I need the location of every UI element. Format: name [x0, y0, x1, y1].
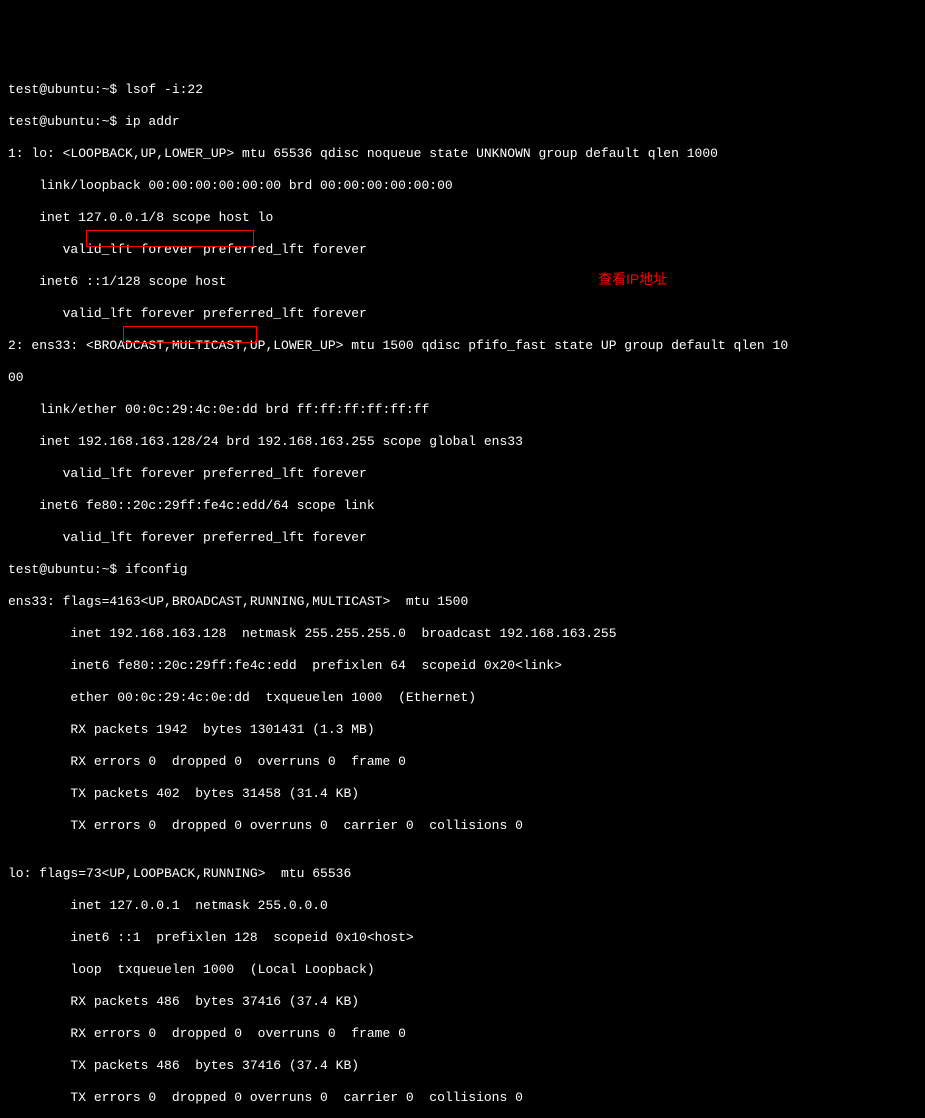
terminal-line: inet6 fe80::20c:29ff:fe4c:edd/64 scope l…	[8, 498, 917, 514]
terminal-line: TX packets 486 bytes 37416 (37.4 KB)	[8, 1058, 917, 1074]
terminal-line: ens33: flags=4163<UP,BROADCAST,RUNNING,M…	[8, 594, 917, 610]
terminal-line: valid_lft forever preferred_lft forever	[8, 530, 917, 546]
terminal-line: TX errors 0 dropped 0 overruns 0 carrier…	[8, 818, 917, 834]
terminal-line: 00	[8, 370, 917, 386]
terminal-line: TX errors 0 dropped 0 overruns 0 carrier…	[8, 1090, 917, 1106]
terminal-line: RX errors 0 dropped 0 overruns 0 frame 0	[8, 754, 917, 770]
terminal-line: test@ubuntu:~$ ip addr	[8, 114, 917, 130]
terminal-line: link/loopback 00:00:00:00:00:00 brd 00:0…	[8, 178, 917, 194]
terminal-line: RX packets 486 bytes 37416 (37.4 KB)	[8, 994, 917, 1010]
terminal-line: valid_lft forever preferred_lft forever	[8, 242, 917, 258]
terminal-line: inet 192.168.163.128/24 brd 192.168.163.…	[8, 434, 917, 450]
terminal-line: lo: flags=73<UP,LOOPBACK,RUNNING> mtu 65…	[8, 866, 917, 882]
terminal-line: RX packets 1942 bytes 1301431 (1.3 MB)	[8, 722, 917, 738]
terminal-line: inet6 fe80::20c:29ff:fe4c:edd prefixlen …	[8, 658, 917, 674]
terminal-line: 1: lo: <LOOPBACK,UP,LOWER_UP> mtu 65536 …	[8, 146, 917, 162]
terminal-line: inet 192.168.163.128 netmask 255.255.255…	[8, 626, 917, 642]
terminal-output[interactable]: test@ubuntu:~$ lsof -i:22 test@ubuntu:~$…	[8, 66, 917, 1118]
terminal-line: valid_lft forever preferred_lft forever	[8, 466, 917, 482]
terminal-line: TX packets 402 bytes 31458 (31.4 KB)	[8, 786, 917, 802]
terminal-line: RX errors 0 dropped 0 overruns 0 frame 0	[8, 1026, 917, 1042]
terminal-line: link/ether 00:0c:29:4c:0e:dd brd ff:ff:f…	[8, 402, 917, 418]
terminal-line: inet 127.0.0.1 netmask 255.0.0.0	[8, 898, 917, 914]
terminal-line: 2: ens33: <BROADCAST,MULTICAST,UP,LOWER_…	[8, 338, 917, 354]
terminal-line: valid_lft forever preferred_lft forever	[8, 306, 917, 322]
terminal-line: inet 127.0.0.1/8 scope host lo	[8, 210, 917, 226]
terminal-line: inet6 ::1/128 scope host	[8, 274, 917, 290]
terminal-line: ether 00:0c:29:4c:0e:dd txqueuelen 1000 …	[8, 690, 917, 706]
terminal-line: inet6 ::1 prefixlen 128 scopeid 0x10<hos…	[8, 930, 917, 946]
terminal-line: test@ubuntu:~$ ifconfig	[8, 562, 917, 578]
terminal-line: test@ubuntu:~$ lsof -i:22	[8, 82, 917, 98]
terminal-line: loop txqueuelen 1000 (Local Loopback)	[8, 962, 917, 978]
